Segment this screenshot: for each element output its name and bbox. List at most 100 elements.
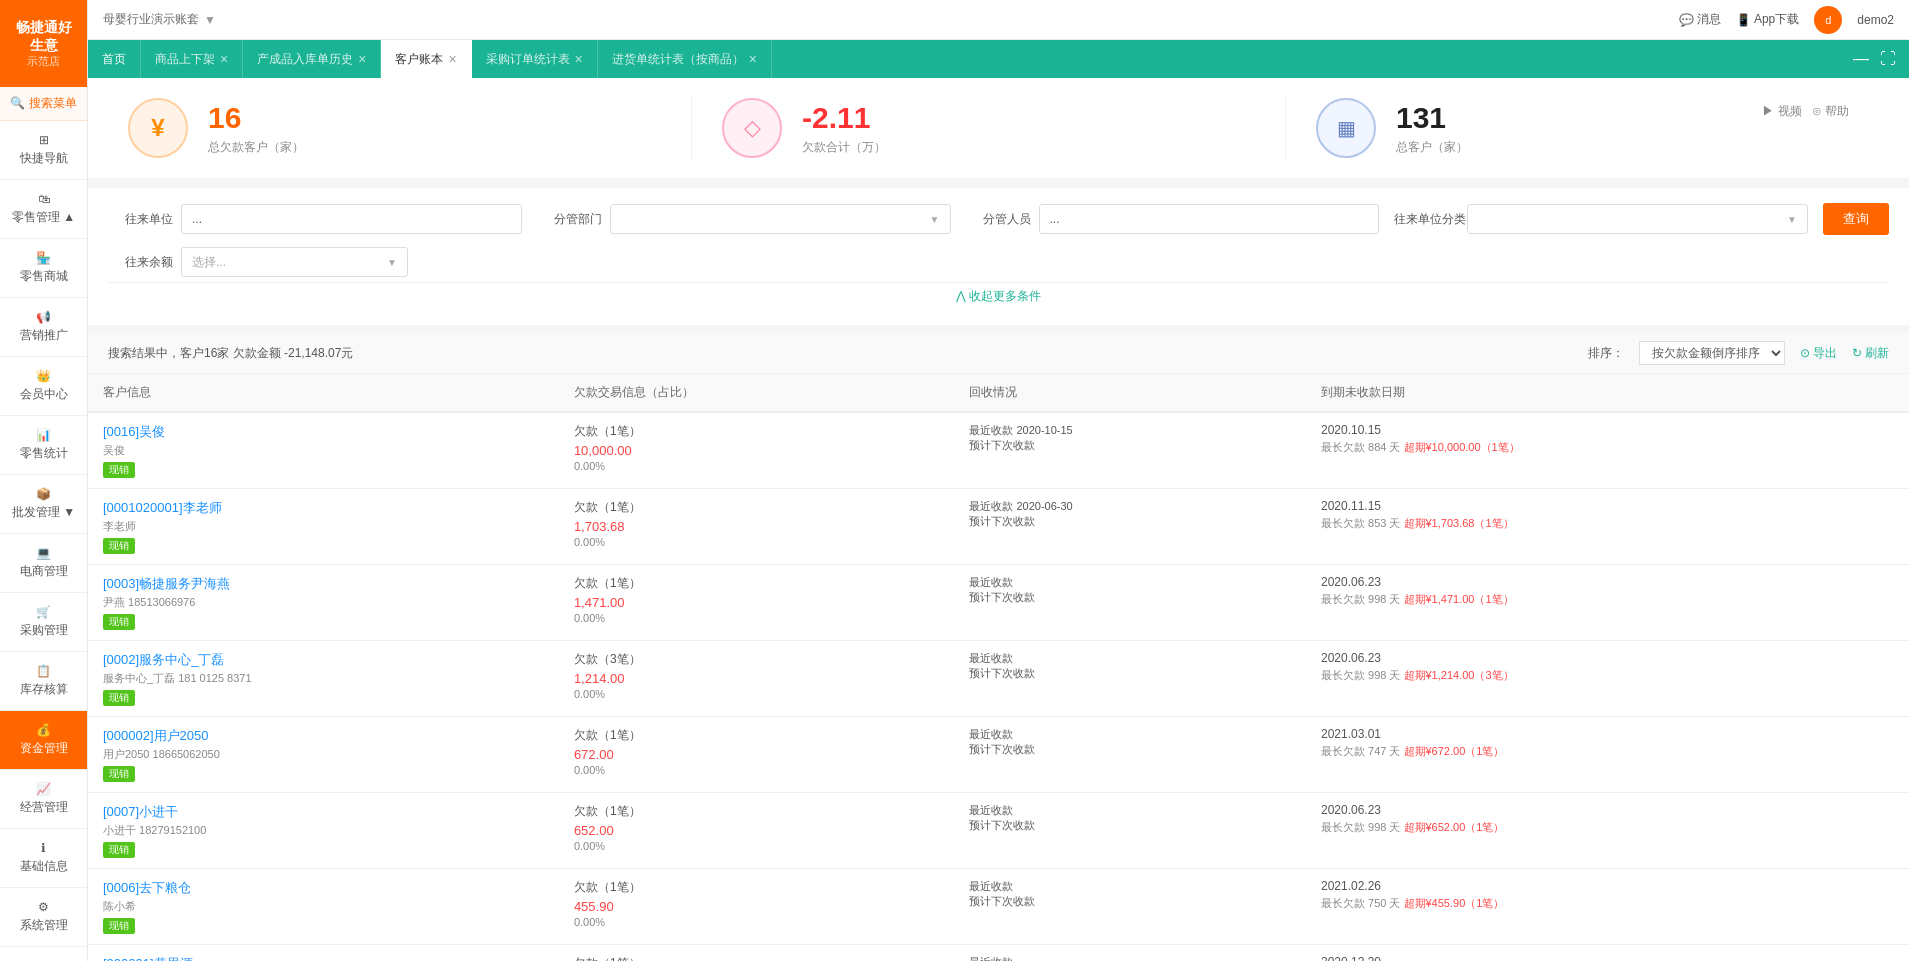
tab-home-label: 首页 [102,51,126,68]
sidebar-item-retail-mgmt[interactable]: 🛍 零售管理 ▲ [0,180,87,239]
tab-close-icon[interactable]: × [575,52,583,66]
customer-name-link[interactable]: [0001020001]李老师 [103,500,222,515]
recent-collect-row: 最近收款 [969,727,1291,742]
sidebar-item-label: 零售管理 ▲ [12,209,75,226]
tab-close-icon[interactable]: × [749,52,757,66]
help-btn[interactable]: ⊙ 帮助 [1812,103,1849,120]
sidebar-item-system[interactable]: ⚙ 系统管理 [0,888,87,947]
sort-select[interactable]: 按欠款金额倒序排序 [1639,341,1785,365]
debt-amount-value[interactable]: 10,000.00 [574,443,940,458]
video-icon: ▶ [1762,104,1774,118]
overdue-link[interactable]: 超期¥1,214.00（3笔） [1404,669,1514,681]
tab-product-listing[interactable]: 商品上下架 × [141,40,243,78]
debt-amount-value[interactable]: 1,214.00 [574,671,940,686]
next-collect-label: 预计下次收款 [969,515,1035,527]
filter-input-source-unit[interactable]: ... [181,204,522,234]
message-btn[interactable]: 💬 消息 [1679,11,1721,28]
customer-sub-info: 吴俊 [103,443,544,458]
overdue-link[interactable]: 超期¥1,703.68（1笔） [1404,517,1514,529]
sidebar-item-inventory[interactable]: 📋 库存核算 [0,652,87,711]
table-row: [0006]去下粮仓 陈小希 现销 欠款（1笔） 455.90 0.00% 最近… [88,869,1909,945]
debt-amount-value[interactable]: 672.00 [574,747,940,762]
export-btn[interactable]: ⊙ 导出 [1800,345,1837,362]
debt-amount-value[interactable]: 1,703.68 [574,519,940,534]
system-icon: ⚙ [38,900,49,914]
wholesale-icon: 📦 [36,487,51,501]
sidebar-item-quick-nav[interactable]: ⊞ 快捷导航 [0,121,87,180]
username-label[interactable]: demo2 [1857,13,1894,27]
debt-amount-value[interactable]: 652.00 [574,823,940,838]
collapse-filter-btn[interactable]: ⋀ 收起更多条件 [108,282,1889,310]
refresh-btn[interactable]: ↻ 刷新 [1852,345,1889,362]
collection-cell: 最近收款 预计下次收款 [954,717,1306,793]
customer-name-link[interactable]: [0002]服务中心_丁磊 [103,652,224,667]
filter-input-person[interactable]: ... [1039,204,1380,234]
results-bar: 搜索结果中，客户16家 欠款金额 -21,148.07元 排序： 按欠款金额倒序… [88,333,1909,374]
stat-card-total-debt: ◇ -2.11 欠款合计（万） [692,98,1286,158]
overdue-link[interactable]: 超期¥455.90（1笔） [1404,897,1505,909]
customer-tag: 现销 [103,538,135,554]
filter-select-balance[interactable]: 选择... ▼ [181,247,408,277]
debt-amount-value[interactable]: 1,471.00 [574,595,940,610]
tab-close-icon[interactable]: × [220,52,228,66]
search-icon: 🔍 [10,96,25,110]
tab-stock-stats[interactable]: 进货单统计表（按商品） × [598,40,772,78]
search-menu-btn[interactable]: 🔍 搜索菜单 [0,87,87,121]
filter-select-dept[interactable]: ▼ [610,204,951,234]
customer-tag: 现销 [103,842,135,858]
sidebar-item-ecommerce[interactable]: 💻 电商管理 [0,534,87,593]
tab-home[interactable]: 首页 [88,40,141,78]
sidebar-item-operations[interactable]: 📈 经营管理 [0,770,87,829]
tab-customer-account[interactable]: 客户账本 × [381,40,471,78]
overdue-link[interactable]: 超期¥652.00（1笔） [1404,821,1505,833]
sidebar-item-collab[interactable]: 🤝 企业协同 [0,947,87,961]
search-button[interactable]: 查询 [1823,203,1889,235]
overdue-link[interactable]: 超期¥1,471.00（1笔） [1404,593,1514,605]
recent-collect-label: 最近收款 [969,652,1013,664]
sidebar-item-finance[interactable]: 💰 资金管理 [0,711,87,770]
message-label: 消息 [1697,11,1721,28]
tab-maximize-icon[interactable]: ⛶ [1877,50,1899,68]
tab-close-icon[interactable]: × [448,52,456,66]
customer-name-link[interactable]: [0006]去下粮仓 [103,880,191,895]
dropdown-icon[interactable]: ▼ [204,13,216,27]
sidebar-item-basic-info[interactable]: ℹ 基础信息 [0,829,87,888]
overdue-days-info: 最长欠款 998 天 超期¥652.00（1笔） [1321,820,1894,835]
customer-cell: [0016]吴俊 吴俊 现销 [88,412,559,489]
sidebar-item-wholesale[interactable]: 📦 批发管理 ▼ [0,475,87,534]
overdue-link[interactable]: 超期¥672.00（1笔） [1404,745,1505,757]
customer-tag: 现销 [103,690,135,706]
customer-name-link[interactable]: [0016]吴俊 [103,424,165,439]
stat-icon-debt: ¥ [128,98,188,158]
tab-close-icon[interactable]: × [358,52,366,66]
tab-minimize-icon[interactable]: — [1850,50,1872,68]
sidebar-item-retail-shop[interactable]: 🏪 零售商城 [0,239,87,298]
sort-label: 排序： [1588,345,1624,362]
debt-amount-value[interactable]: 455.90 [574,899,940,914]
user-avatar[interactable]: d [1814,6,1842,34]
overdue-link[interactable]: 超期¥10,000.00（1笔） [1404,441,1520,453]
ecommerce-icon: 💻 [36,546,51,560]
video-label: 视频 [1778,104,1802,118]
sidebar-item-label: 会员中心 [20,386,68,403]
logo-sub: 示范店 [10,54,77,68]
sidebar-item-purchase[interactable]: 🛒 采购管理 [0,593,87,652]
sidebar-item-marketing[interactable]: 📢 营销推广 [0,298,87,357]
debt-cell: 欠款（1笔） 652.00 0.00% [559,793,955,869]
customer-name-link[interactable]: [0007]小进干 [103,804,178,819]
recent-collect-label: 最近收款 [969,424,1013,436]
sidebar-item-retail-stats[interactable]: 📊 零售统计 [0,416,87,475]
video-btn[interactable]: ▶ 视频 [1762,103,1801,120]
tab-product-stock-history[interactable]: 产成品入库单历史 × [243,40,381,78]
customer-name-link[interactable]: [000001]黄思源 [103,956,193,961]
sidebar-logo[interactable]: 畅捷通好生意 示范店 [0,0,87,87]
stat-label-debt-customers: 总欠款客户（家） [208,139,304,156]
sidebar-item-member[interactable]: 👑 会员中心 [0,357,87,416]
collection-cell: 最近收款 2020-10-15 预计下次收款 [954,412,1306,489]
app-download-btn[interactable]: 📱 App下载 [1736,11,1799,28]
filter-select-unit-cat[interactable]: ▼ [1467,204,1808,234]
customer-name-link[interactable]: [000002]用户2050 [103,728,209,743]
table-row: [0001020001]李老师 李老师 现销 欠款（1笔） 1,703.68 0… [88,489,1909,565]
customer-name-link[interactable]: [0003]畅捷服务尹海燕 [103,576,230,591]
tab-purchase-order-stats[interactable]: 采购订单统计表 × [472,40,598,78]
